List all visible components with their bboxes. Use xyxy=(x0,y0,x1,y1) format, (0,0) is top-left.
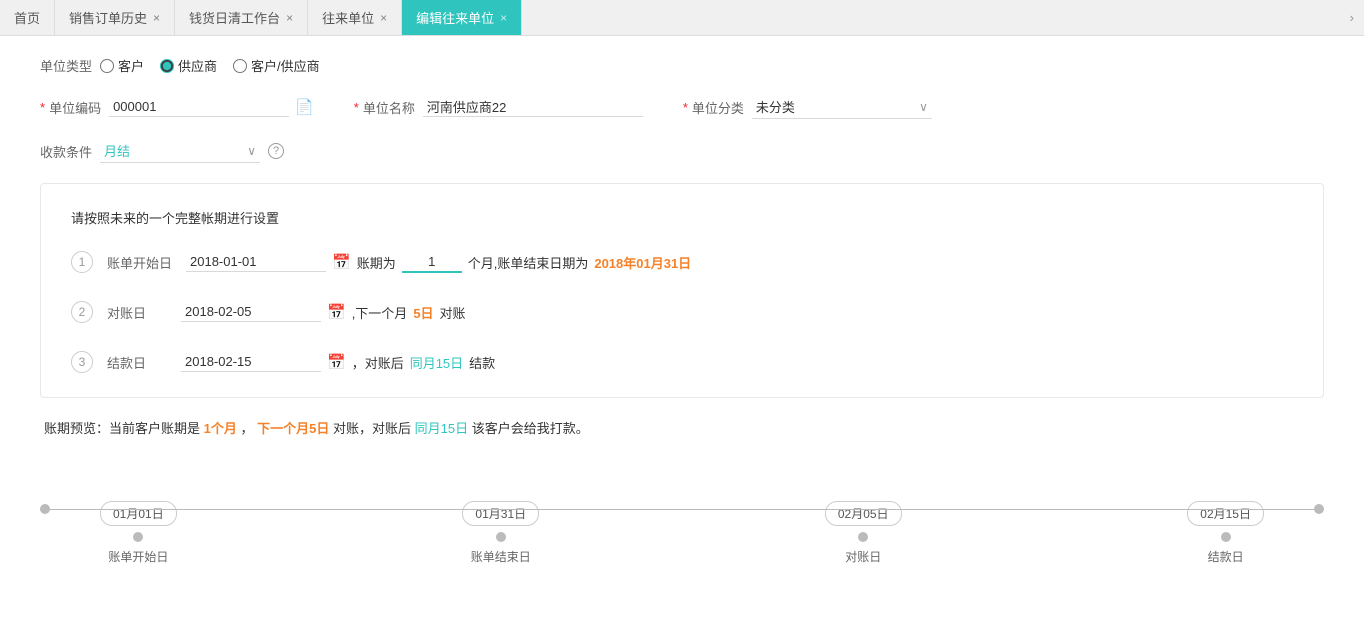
unit-category-group: * 单位分类 未分类 ∨ xyxy=(683,95,932,119)
step-3-suffix-after: 结款 xyxy=(469,353,495,372)
unit-type-radio-group: 客户 供应商 客户/供应商 xyxy=(100,56,320,75)
period-value-input[interactable] xyxy=(402,252,462,273)
step-1-label: 账单开始日 xyxy=(107,253,172,272)
unit-type-label: 单位类型 xyxy=(40,56,92,75)
tab-partner-close[interactable]: × xyxy=(380,11,387,25)
timeline-bubble-2: 01月31日 xyxy=(462,501,539,526)
tab-bar: 首页 销售订单历史 × 钱货日清工作台 × 往来单位 × 编辑往来单位 × › xyxy=(0,0,1364,36)
timeline-dot-3 xyxy=(858,532,868,542)
unit-category-star: * xyxy=(683,100,688,115)
step-1-num: 1 xyxy=(71,251,93,273)
step-2-label: 对账日 xyxy=(107,303,167,322)
step-1-period-suffix: 个月,账单结束日期为 xyxy=(468,253,589,272)
radio-both[interactable]: 客户/供应商 xyxy=(233,56,320,75)
panel-title: 请按照未来的一个完整帐期进行设置 xyxy=(71,208,1293,227)
radio-supplier[interactable]: 供应商 xyxy=(160,56,217,75)
timeline-bubble-3: 02月05日 xyxy=(825,501,902,526)
help-icon[interactable]: ? xyxy=(268,143,284,159)
step-2-suffix-before: ,下一个月 xyxy=(352,303,408,322)
step-3-suffix-before: ，对账后 xyxy=(352,353,404,372)
radio-supplier-input[interactable] xyxy=(160,59,174,73)
timeline-points: 01月01日 账单开始日 01月31日 账单结束日 02月05日 对账日 xyxy=(40,501,1324,565)
timeline-dot-4 xyxy=(1221,532,1231,542)
step-3-label: 结款日 xyxy=(107,353,167,372)
step-1-period-end: 2018年01月31日 xyxy=(594,253,691,272)
timeline-label-1: 账单开始日 xyxy=(108,548,168,565)
step-1-calendar-icon[interactable]: 📅 xyxy=(332,253,351,271)
unit-info-row: * 单位编码 📄 * 单位名称 * 单位分类 未分类 ∨ xyxy=(40,95,1324,119)
step-3-calendar-icon[interactable]: 📅 xyxy=(327,353,346,371)
step-1-period-prefix: 账期为 xyxy=(357,253,396,272)
unit-code-star: * xyxy=(40,100,45,115)
unit-code-input[interactable] xyxy=(109,97,289,117)
step-2-calendar-icon[interactable]: 📅 xyxy=(327,303,346,321)
tab-home[interactable]: 首页 xyxy=(0,0,55,35)
unit-code-icon[interactable]: 📄 xyxy=(295,98,314,116)
step-2-date-input[interactable] xyxy=(181,302,321,322)
step-3-num: 3 xyxy=(71,351,93,373)
preview-p1: 1个月 xyxy=(204,421,237,436)
timeline-point-3: 02月05日 对账日 xyxy=(825,501,902,565)
tab-sales-history-close[interactable]: × xyxy=(153,11,160,25)
preview-p3: 同月15日 xyxy=(415,421,468,436)
timeline-dot-2 xyxy=(496,532,506,542)
timeline-end-dot xyxy=(1314,504,1324,514)
timeline-point-4: 02月15日 结款日 xyxy=(1187,501,1264,565)
unit-name-star: * xyxy=(354,100,359,115)
payment-condition-value: 月结 xyxy=(104,141,247,160)
unit-category-label: 单位分类 xyxy=(692,98,744,117)
timeline-point-2: 01月31日 账单结束日 xyxy=(462,501,539,565)
timeline-start-dot xyxy=(40,504,50,514)
unit-name-group: * 单位名称 xyxy=(354,97,643,117)
tab-edit-partner-close[interactable]: × xyxy=(500,11,507,25)
step-3-suffix-highlight: 同月15日 xyxy=(410,353,463,372)
step-2-suffix-highlight: 5日 xyxy=(413,303,433,322)
unit-category-value: 未分类 xyxy=(756,97,919,116)
main-content: 单位类型 客户 供应商 客户/供应商 * 单位编码 📄 * xyxy=(0,36,1364,625)
payment-condition-arrow: ∨ xyxy=(247,144,256,158)
unit-type-row: 单位类型 客户 供应商 客户/供应商 xyxy=(40,56,1324,75)
timeline-label-4: 结款日 xyxy=(1208,548,1244,565)
unit-code-label: 单位编码 xyxy=(49,98,101,117)
unit-name-input[interactable] xyxy=(423,97,643,117)
step-1-date-input[interactable] xyxy=(186,252,326,272)
timeline-line xyxy=(40,509,1324,510)
preview-text: 账期预览：当前客户账期是 1个月 ， 下一个月5日 对账，对账后 同月15日 该… xyxy=(40,418,1324,437)
step-1-row: 1 账单开始日 📅 账期为 个月,账单结束日期为 2018年01月31日 xyxy=(71,251,1293,273)
unit-category-arrow: ∨ xyxy=(919,100,928,114)
unit-code-group: * 单位编码 📄 xyxy=(40,97,314,117)
tab-partner[interactable]: 往来单位 × xyxy=(308,0,402,35)
timeline-bubble-1: 01月01日 xyxy=(100,501,177,526)
tab-sales-history[interactable]: 销售订单历史 × xyxy=(55,0,175,35)
unit-category-dropdown[interactable]: 未分类 ∨ xyxy=(752,95,932,119)
tab-scroll-arrow[interactable]: › xyxy=(1340,10,1364,25)
radio-both-input[interactable] xyxy=(233,59,247,73)
step-2-suffix-after: 对账 xyxy=(440,303,466,322)
preview-p2: 下一个月5日 xyxy=(257,421,329,436)
payment-condition-dropdown[interactable]: 月结 ∨ xyxy=(100,139,260,163)
timeline-label-3: 对账日 xyxy=(845,548,881,565)
timeline-label-2: 账单结束日 xyxy=(471,548,531,565)
tab-edit-partner[interactable]: 编辑往来单位 × xyxy=(402,0,522,35)
payment-condition-row: 收款条件 月结 ∨ ? xyxy=(40,139,1324,163)
step-2-row: 2 对账日 📅 ,下一个月 5日 对账 xyxy=(71,301,1293,323)
timeline-bubble-4: 02月15日 xyxy=(1187,501,1264,526)
payment-condition-label: 收款条件 xyxy=(40,142,92,161)
tab-cash-daily-close[interactable]: × xyxy=(286,11,293,25)
tab-cash-daily[interactable]: 钱货日清工作台 × xyxy=(175,0,308,35)
timeline-point-1: 01月01日 账单开始日 xyxy=(100,501,177,565)
timeline-dot-1 xyxy=(133,532,143,542)
radio-customer[interactable]: 客户 xyxy=(100,56,144,75)
step-3-row: 3 结款日 📅 ，对账后 同月15日 结款 xyxy=(71,351,1293,373)
settings-panel: 请按照未来的一个完整帐期进行设置 1 账单开始日 📅 账期为 个月,账单结束日期… xyxy=(40,183,1324,398)
step-2-num: 2 xyxy=(71,301,93,323)
timeline: 01月01日 账单开始日 01月31日 账单结束日 02月05日 对账日 xyxy=(40,461,1324,605)
step-3-date-input[interactable] xyxy=(181,352,321,372)
radio-customer-input[interactable] xyxy=(100,59,114,73)
unit-name-label: 单位名称 xyxy=(363,98,415,117)
